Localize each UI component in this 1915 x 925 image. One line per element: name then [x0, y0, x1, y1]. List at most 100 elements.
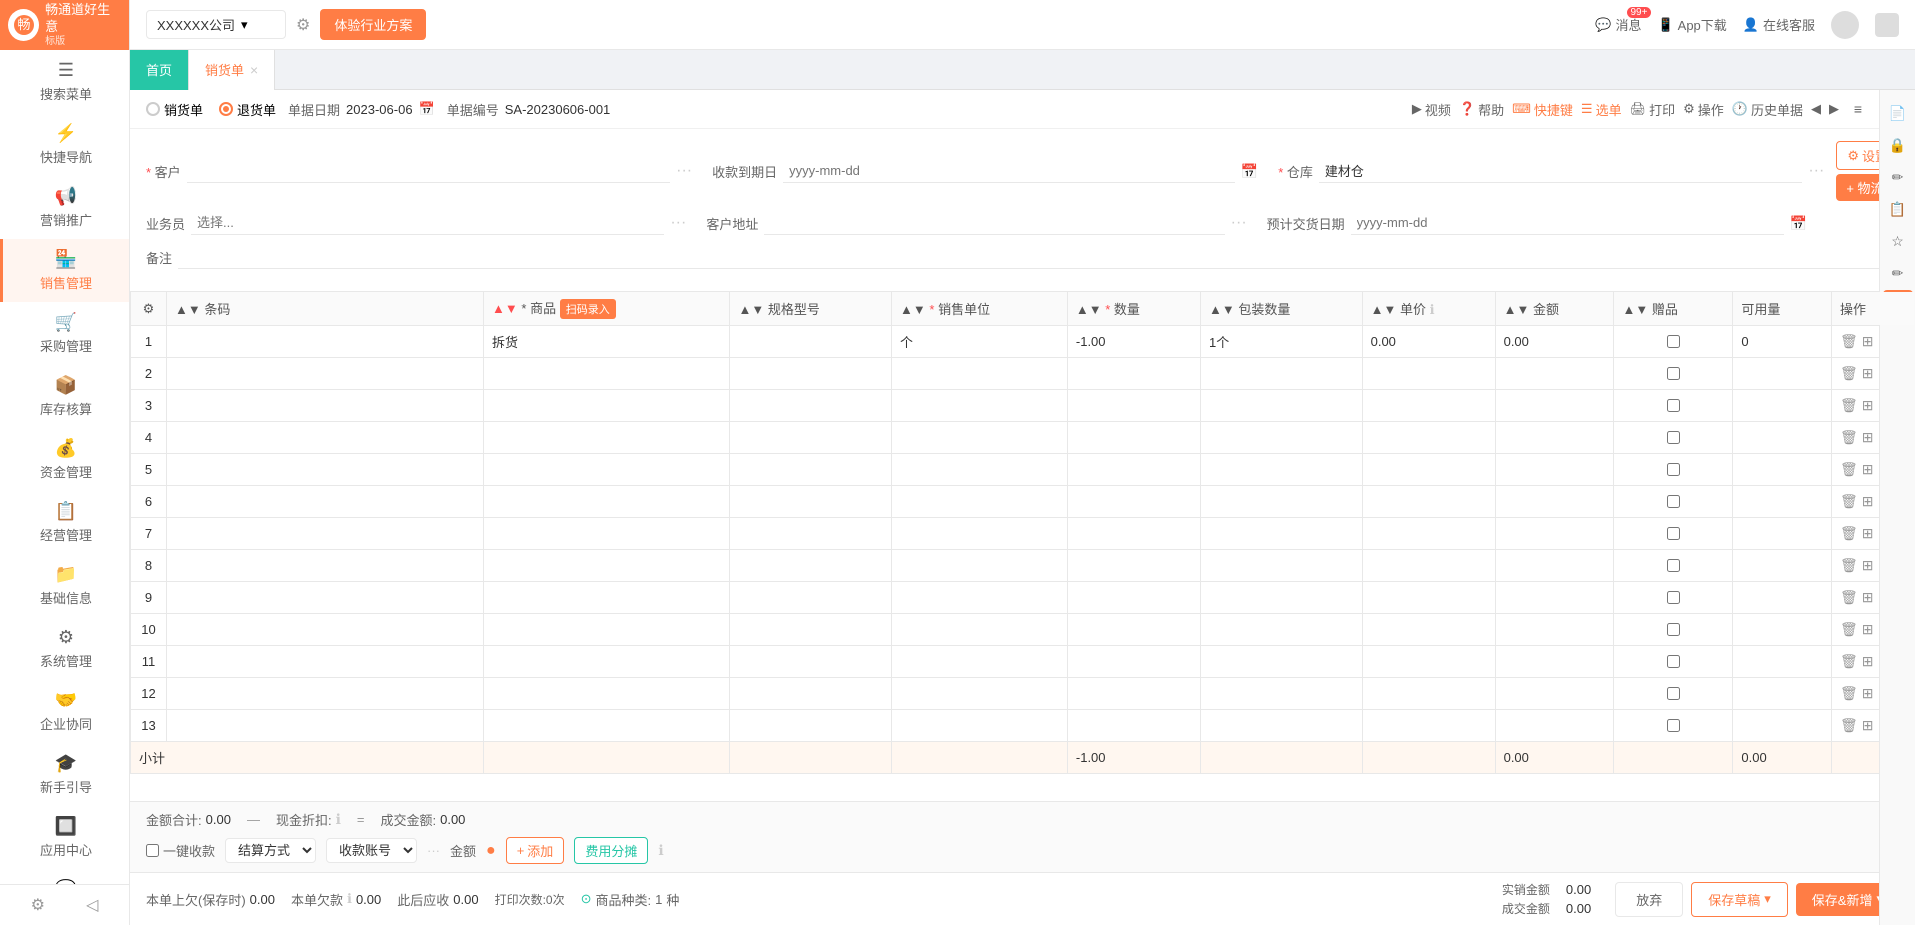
cell-unit[interactable] [892, 614, 1068, 646]
warehouse-more-btn[interactable]: ··· [1808, 162, 1824, 180]
cell-amount[interactable] [1495, 678, 1614, 710]
toolbar-history-btn[interactable]: 🕐 历史单据 [1732, 100, 1803, 119]
sidebar-item-operation-mgmt[interactable]: 📋 经营管理 [0, 491, 129, 554]
gift-checkbox[interactable] [1667, 431, 1680, 444]
account-more-btn[interactable]: ··· [427, 843, 440, 858]
cell-qty[interactable] [1067, 646, 1200, 678]
gift-checkbox[interactable] [1667, 623, 1680, 636]
cell-qty[interactable] [1067, 550, 1200, 582]
cell-unit-price[interactable] [1362, 486, 1495, 518]
cell-barcode[interactable] [167, 678, 484, 710]
gift-checkbox[interactable] [1667, 335, 1680, 348]
cell-product[interactable] [484, 614, 730, 646]
copy-row-btn[interactable]: ⊞ [1862, 557, 1874, 574]
list-view-btn[interactable]: ≡ [1847, 98, 1869, 120]
delete-row-btn[interactable]: 🗑 [1840, 557, 1858, 574]
salesperson-more-btn[interactable]: ··· [670, 214, 686, 232]
delete-row-btn[interactable]: 🗑 [1840, 333, 1858, 350]
cell-amount[interactable] [1495, 646, 1614, 678]
cell-gift[interactable] [1614, 390, 1733, 422]
th-unit[interactable]: ▲▼ * 销售单位 [892, 292, 1068, 326]
th-barcode[interactable]: ▲▼ 条码 [167, 292, 484, 326]
right-panel-star-btn[interactable]: ☆ [1883, 226, 1913, 256]
cell-pack-qty[interactable] [1201, 550, 1363, 582]
cell-barcode[interactable] [167, 646, 484, 678]
account-select[interactable]: 收款账号 [326, 838, 417, 863]
delete-row-btn[interactable]: 🗑 [1840, 525, 1858, 542]
cell-unit-price[interactable] [1362, 646, 1495, 678]
cell-gift[interactable] [1614, 486, 1733, 518]
expected-date-input[interactable] [1351, 211, 1784, 235]
cell-pack-qty[interactable]: 1个 [1201, 326, 1363, 358]
gift-checkbox[interactable] [1667, 399, 1680, 412]
online-service-btn[interactable]: 👤 在线客服 [1743, 15, 1815, 34]
delete-row-btn[interactable]: 🗑 [1840, 653, 1858, 670]
cell-product[interactable] [484, 486, 730, 518]
cell-pack-qty[interactable] [1201, 358, 1363, 390]
cell-pack-qty[interactable] [1201, 614, 1363, 646]
one-click-pay-checkbox[interactable]: 一键收款 [146, 841, 215, 860]
fee-help-icon[interactable]: ℹ [658, 842, 663, 859]
gift-checkbox[interactable] [1667, 655, 1680, 668]
gift-checkbox[interactable] [1667, 591, 1680, 604]
cell-qty[interactable] [1067, 454, 1200, 486]
copy-row-btn[interactable]: ⊞ [1862, 589, 1874, 606]
gift-checkbox[interactable] [1667, 559, 1680, 572]
cell-barcode[interactable] [167, 518, 484, 550]
cell-spec[interactable] [730, 390, 892, 422]
tab-sales-order[interactable]: 销货单 × [189, 50, 275, 90]
th-product[interactable]: ▲▼ * 商品 扫码录入 [484, 292, 730, 326]
scan-btn[interactable]: 扫码录入 [560, 299, 616, 319]
delete-row-btn[interactable]: 🗑 [1840, 365, 1858, 382]
gift-checkbox[interactable] [1667, 719, 1680, 732]
cell-amount[interactable] [1495, 518, 1614, 550]
th-qty[interactable]: ▲▼ * 数量 [1067, 292, 1200, 326]
save-draft-btn[interactable]: 保存草稿 ▾ [1691, 882, 1788, 917]
add-amount-icon[interactable]: ● [486, 842, 496, 860]
copy-row-btn[interactable]: ⊞ [1862, 621, 1874, 638]
user-menu-btn[interactable] [1875, 13, 1899, 37]
price-info-icon[interactable]: ℹ [1430, 302, 1435, 317]
sidebar-item-inventory[interactable]: 📦 库存核算 [0, 365, 129, 428]
next-record-btn[interactable]: ▶ [1829, 101, 1839, 117]
cell-unit[interactable] [892, 454, 1068, 486]
cell-gift[interactable] [1614, 710, 1733, 742]
th-settings[interactable]: ⚙ [131, 292, 167, 326]
cell-unit-price[interactable] [1362, 678, 1495, 710]
cell-unit-price[interactable] [1362, 518, 1495, 550]
cell-qty[interactable] [1067, 582, 1200, 614]
cell-unit[interactable] [892, 646, 1068, 678]
sidebar-item-enterprise-wechat[interactable]: 💬 企业微信 [0, 869, 129, 884]
copy-row-btn[interactable]: ⊞ [1862, 429, 1874, 446]
gift-checkbox[interactable] [1667, 687, 1680, 700]
warehouse-input[interactable] [1319, 159, 1802, 183]
cell-unit-price[interactable] [1362, 582, 1495, 614]
copy-row-btn[interactable]: ⊞ [1862, 493, 1874, 510]
cell-gift[interactable] [1614, 550, 1733, 582]
cell-product[interactable] [484, 358, 730, 390]
close-sales-order-tab[interactable]: × [250, 62, 258, 78]
cell-gift[interactable] [1614, 678, 1733, 710]
cell-qty[interactable] [1067, 422, 1200, 454]
cell-spec[interactable] [730, 550, 892, 582]
cell-spec[interactable] [730, 326, 892, 358]
cell-spec[interactable] [730, 646, 892, 678]
cell-barcode[interactable] [167, 390, 484, 422]
cell-barcode[interactable] [167, 710, 484, 742]
sidebar-item-sales-mgmt[interactable]: 🏪 销售管理 [0, 239, 129, 302]
cell-spec[interactable] [730, 710, 892, 742]
cell-spec[interactable] [730, 614, 892, 646]
sidebar-item-finance-mgmt[interactable]: 💰 资金管理 [0, 428, 129, 491]
cell-unit[interactable] [892, 678, 1068, 710]
cell-qty[interactable] [1067, 518, 1200, 550]
th-pack-qty[interactable]: ▲▼ 包装数量 [1201, 292, 1363, 326]
delete-row-btn[interactable]: 🗑 [1840, 621, 1858, 638]
cell-unit-price[interactable]: 0.00 [1362, 326, 1495, 358]
cell-product[interactable] [484, 646, 730, 678]
copy-row-btn[interactable]: ⊞ [1862, 717, 1874, 734]
cell-qty[interactable] [1067, 710, 1200, 742]
cell-unit-price[interactable] [1362, 422, 1495, 454]
delete-row-btn[interactable]: 🗑 [1840, 397, 1858, 414]
cell-product[interactable] [484, 710, 730, 742]
cell-unit[interactable] [892, 710, 1068, 742]
